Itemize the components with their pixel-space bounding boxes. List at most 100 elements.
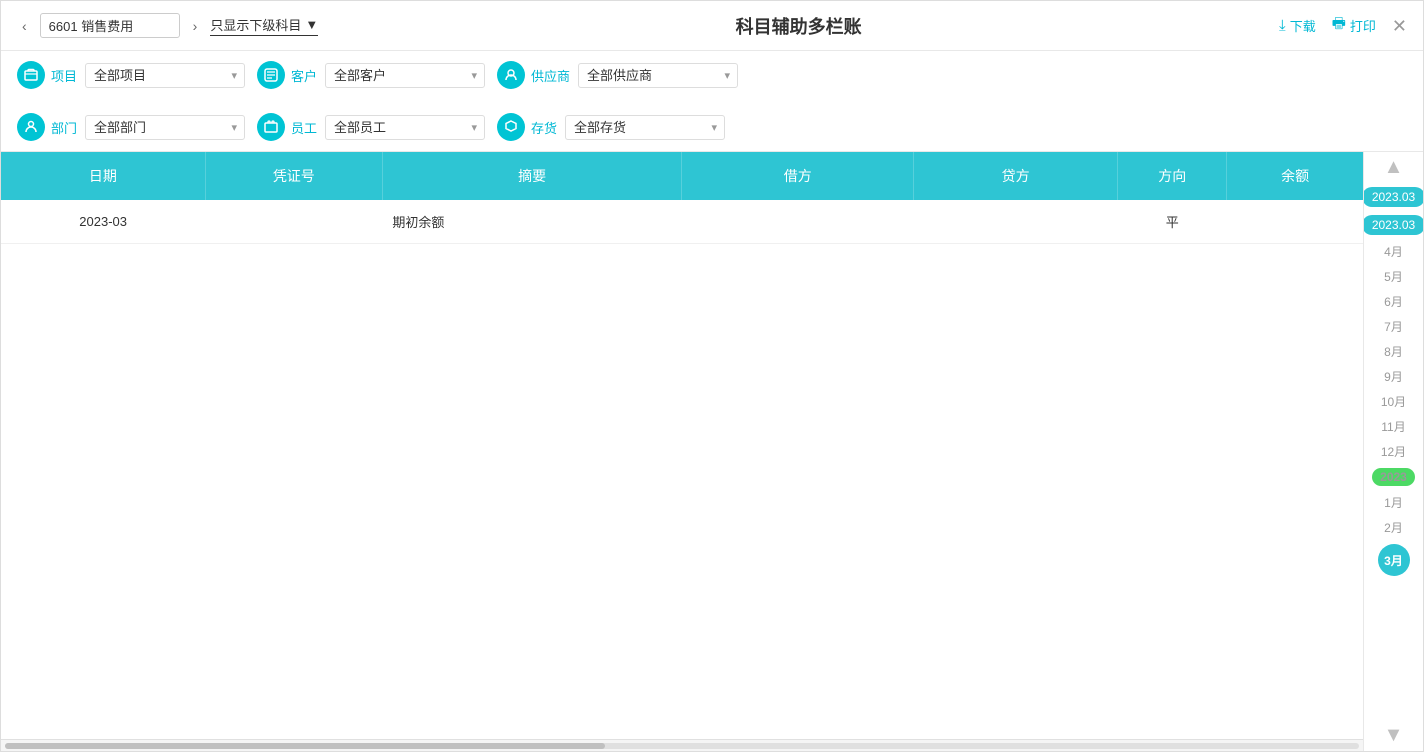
page-title: 科目辅助多栏账	[736, 13, 862, 39]
project-filter-group: 项目 全部项目	[17, 61, 245, 89]
scrollbar-thumb[interactable]	[5, 743, 605, 749]
download-icon: ⤓	[1279, 17, 1286, 34]
customer-select-wrapper: 全部客户	[325, 63, 485, 88]
col-credit: 贷方	[914, 152, 1118, 200]
inventory-select-wrapper: 全部存货	[565, 115, 725, 140]
row-credit	[914, 200, 1118, 244]
dept-select[interactable]: 全部部门	[85, 115, 245, 140]
timeline-list: 2023.03 2023.03 4月 5月 6月 7月 8月	[1364, 183, 1423, 720]
timeline-item-3[interactable]: 5月	[1364, 264, 1423, 289]
supplier-filter-group: 供应商 全部供应商	[497, 61, 738, 89]
timeline-item-10[interactable]: 12月	[1364, 439, 1423, 464]
timeline-item-7[interactable]: 9月	[1364, 364, 1423, 389]
col-debit: 借方	[682, 152, 914, 200]
supplier-icon	[497, 61, 525, 89]
timeline-item-5[interactable]: 7月	[1364, 314, 1423, 339]
timeline-item-8[interactable]: 10月	[1364, 389, 1423, 414]
customer-icon	[257, 61, 285, 89]
supplier-select[interactable]: 全部供应商	[578, 63, 738, 88]
timeline-item-4[interactable]: 6月	[1364, 289, 1423, 314]
customer-label: 客户	[291, 66, 317, 85]
employee-filter-group: 员工 全部员工	[257, 113, 485, 141]
timeline-panel: ▲ 2023.03 2023.03 4月 5月 6月 7月	[1363, 152, 1423, 751]
timeline-year-row: 2023	[1364, 464, 1423, 490]
timeline-label-12: 1月	[1384, 494, 1403, 511]
filter-bar: 项目 全部项目 客户 全部客户 供应商	[1, 51, 1423, 152]
row-date: 2023-03	[1, 200, 205, 244]
timeline-item-12[interactable]: 1月	[1364, 490, 1423, 515]
row-debit	[682, 200, 914, 244]
employee-icon	[257, 113, 285, 141]
timeline-down-button[interactable]: ▼	[1364, 720, 1423, 751]
project-icon	[17, 61, 45, 89]
employee-select-wrapper: 全部员工	[325, 115, 485, 140]
timeline-item-0[interactable]: 2023.03	[1364, 183, 1423, 211]
customer-filter-group: 客户 全部客户	[257, 61, 485, 89]
dept-icon	[17, 113, 45, 141]
timeline-item-13[interactable]: 2月	[1364, 515, 1423, 540]
download-button[interactable]: ⤓ 下载	[1279, 16, 1316, 35]
supplier-select-wrapper: 全部供应商	[578, 63, 738, 88]
inventory-filter-group: 存货 全部存货	[497, 113, 725, 141]
timeline-label-10: 12月	[1381, 443, 1406, 460]
main-window: ‹ › 只显示下级科目 ▼ 科目辅助多栏账 ⤓ 下载 🖶 打印 ✕	[0, 0, 1424, 752]
project-select-wrapper: 全部项目	[85, 63, 245, 88]
row-summary: 期初余额	[382, 200, 682, 244]
dept-label: 部门	[51, 118, 77, 137]
timeline-label-14: 3月	[1378, 544, 1410, 576]
close-button[interactable]: ✕	[1392, 17, 1407, 35]
timeline-up-button[interactable]: ▲	[1364, 152, 1423, 183]
timeline-item-1[interactable]: 2023.03	[1364, 211, 1423, 239]
row-balance	[1227, 200, 1363, 244]
title-bar-right: ⤓ 下载 🖶 打印 ✕	[1279, 13, 1407, 38]
title-bar: ‹ › 只显示下级科目 ▼ 科目辅助多栏账 ⤓ 下载 🖶 打印 ✕	[1, 1, 1423, 51]
prev-account-btn[interactable]: ‹	[17, 16, 32, 36]
timeline-label-5: 7月	[1384, 318, 1403, 335]
col-direction: 方向	[1118, 152, 1227, 200]
project-select[interactable]: 全部项目	[85, 63, 245, 88]
dept-filter-group: 部门 全部部门	[17, 113, 245, 141]
table-area: 日期 凭证号 摘要 借方 贷方 方向 余额 2023-03 期初余额	[1, 152, 1363, 751]
main-content: 日期 凭证号 摘要 借方 贷方 方向 余额 2023-03 期初余额	[1, 152, 1423, 751]
timeline-item-9[interactable]: 11月	[1364, 414, 1423, 439]
col-balance: 余额	[1227, 152, 1363, 200]
inventory-select[interactable]: 全部存货	[565, 115, 725, 140]
title-bar-left: ‹ › 只显示下级科目 ▼	[17, 13, 318, 38]
timeline-label-3: 5月	[1384, 268, 1403, 285]
row-direction: 平	[1118, 200, 1227, 244]
print-label: 打印	[1350, 16, 1376, 35]
col-summary: 摘要	[382, 152, 682, 200]
horizontal-scrollbar[interactable]	[1, 739, 1363, 751]
employee-select[interactable]: 全部员工	[325, 115, 485, 140]
download-label: 下载	[1290, 16, 1316, 35]
dept-select-wrapper: 全部部门	[85, 115, 245, 140]
timeline-item-2[interactable]: 4月	[1364, 239, 1423, 264]
chevron-down-icon: ▼	[305, 17, 318, 32]
project-label: 项目	[51, 66, 77, 85]
timeline-item-14[interactable]: 3月	[1364, 540, 1423, 580]
timeline-label-4: 6月	[1384, 293, 1403, 310]
show-sub-button[interactable]: 只显示下级科目 ▼	[210, 15, 318, 36]
scrollbar-track	[5, 743, 1359, 749]
timeline-label-7: 9月	[1384, 368, 1403, 385]
table-row: 2023-03 期初余额 平	[1, 200, 1363, 244]
next-account-btn[interactable]: ›	[188, 16, 203, 36]
account-code-input[interactable]	[40, 13, 180, 38]
timeline-label-6: 8月	[1384, 343, 1403, 360]
employee-label: 员工	[291, 118, 317, 137]
print-button[interactable]: 🖶 打印	[1332, 13, 1376, 38]
row-voucher	[205, 200, 382, 244]
print-icon: 🖶	[1332, 13, 1346, 38]
timeline-label-2: 4月	[1384, 243, 1403, 260]
data-table: 日期 凭证号 摘要 借方 贷方 方向 余额 2023-03 期初余额	[1, 152, 1363, 244]
timeline-label-8: 10月	[1381, 393, 1406, 410]
col-voucher: 凭证号	[205, 152, 382, 200]
col-date: 日期	[1, 152, 205, 200]
show-sub-label: 只显示下级科目	[210, 15, 301, 34]
timeline-label-9: 11月	[1381, 418, 1405, 435]
customer-select[interactable]: 全部客户	[325, 63, 485, 88]
timeline-label-0: 2023.03	[1364, 187, 1423, 207]
timeline-item-6[interactable]: 8月	[1364, 339, 1423, 364]
table-header: 日期 凭证号 摘要 借方 贷方 方向 余额	[1, 152, 1363, 200]
timeline-label-13: 2月	[1384, 519, 1403, 536]
